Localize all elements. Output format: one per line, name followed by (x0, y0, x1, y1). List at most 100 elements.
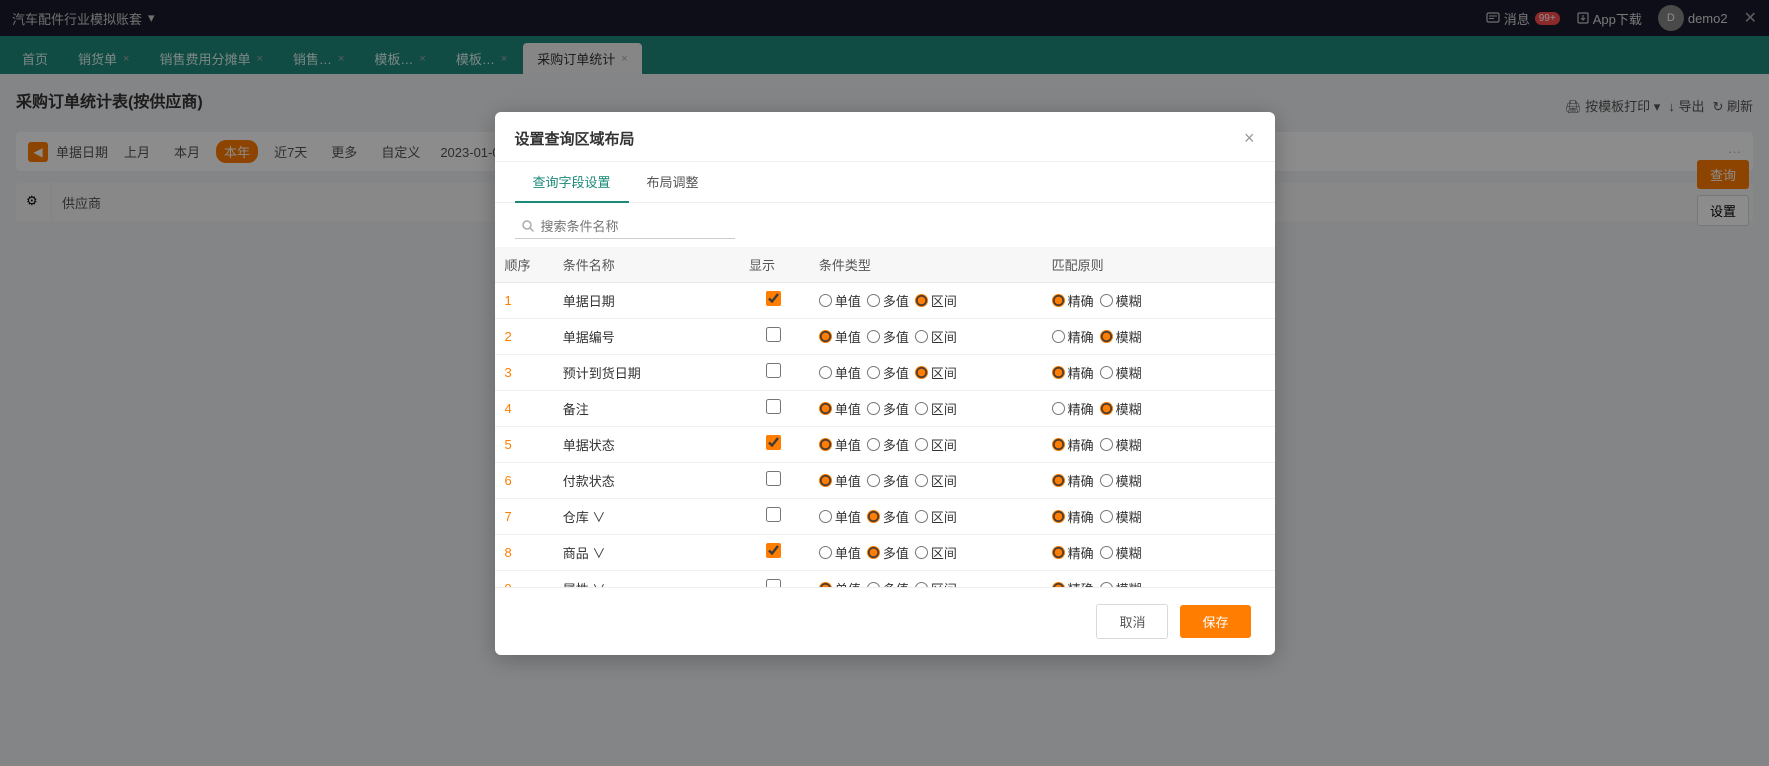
search-input[interactable] (541, 219, 721, 234)
type-radio-label[interactable]: 单值 (819, 327, 861, 346)
type-radio[interactable] (915, 294, 928, 307)
match-radio[interactable] (1100, 546, 1113, 559)
match-radio-label[interactable]: 精确 (1052, 327, 1094, 346)
display-checkbox[interactable] (766, 327, 781, 342)
type-radio[interactable] (819, 546, 832, 559)
display-checkbox[interactable] (766, 543, 781, 558)
type-radio-label[interactable]: 单值 (819, 363, 861, 382)
type-radio[interactable] (915, 366, 928, 379)
match-radio[interactable] (1052, 294, 1065, 307)
match-radio-label[interactable]: 模糊 (1100, 327, 1142, 346)
type-radio-label[interactable]: 区间 (915, 579, 957, 587)
match-radio[interactable] (1100, 402, 1113, 415)
type-radio-label[interactable]: 多值 (867, 399, 909, 418)
type-radio-label[interactable]: 单值 (819, 579, 861, 587)
type-radio[interactable] (915, 330, 928, 343)
match-radio-label[interactable]: 精确 (1052, 291, 1094, 310)
match-radio[interactable] (1100, 366, 1113, 379)
type-radio[interactable] (915, 438, 928, 451)
type-radio-label[interactable]: 多值 (867, 543, 909, 562)
type-radio-label[interactable]: 单值 (819, 507, 861, 526)
display-checkbox[interactable] (766, 435, 781, 450)
type-radio[interactable] (819, 438, 832, 451)
type-radio-label[interactable]: 区间 (915, 399, 957, 418)
type-radio-label[interactable]: 单值 (819, 471, 861, 490)
modal-tab-layout[interactable]: 布局调整 (629, 162, 717, 203)
match-radio[interactable] (1052, 402, 1065, 415)
match-radio[interactable] (1100, 330, 1113, 343)
type-radio-label[interactable]: 多值 (867, 471, 909, 490)
type-radio[interactable] (819, 330, 832, 343)
type-radio[interactable] (915, 474, 928, 487)
type-radio[interactable] (819, 510, 832, 523)
match-radio-label[interactable]: 模糊 (1100, 435, 1142, 454)
type-radio[interactable] (867, 330, 880, 343)
match-radio[interactable] (1100, 474, 1113, 487)
type-radio[interactable] (867, 402, 880, 415)
type-radio-label[interactable]: 多值 (867, 327, 909, 346)
match-radio-label[interactable]: 精确 (1052, 435, 1094, 454)
match-radio-label[interactable]: 精确 (1052, 471, 1094, 490)
save-button[interactable]: 保存 (1180, 605, 1250, 638)
match-radio-label[interactable]: 精确 (1052, 507, 1094, 526)
type-radio[interactable] (819, 294, 832, 307)
type-radio-label[interactable]: 区间 (915, 471, 957, 490)
type-radio[interactable] (915, 510, 928, 523)
type-radio-label[interactable]: 区间 (915, 291, 957, 310)
type-radio-label[interactable]: 多值 (867, 579, 909, 587)
type-radio-label[interactable]: 多值 (867, 291, 909, 310)
match-radio[interactable] (1052, 366, 1065, 379)
match-radio[interactable] (1100, 294, 1113, 307)
type-radio[interactable] (819, 402, 832, 415)
match-radio-label[interactable]: 模糊 (1100, 471, 1142, 490)
type-radio-label[interactable]: 单值 (819, 435, 861, 454)
type-radio[interactable] (867, 474, 880, 487)
match-radio[interactable] (1052, 330, 1065, 343)
type-radio-label[interactable]: 单值 (819, 399, 861, 418)
type-radio[interactable] (819, 474, 832, 487)
type-radio-label[interactable]: 区间 (915, 543, 957, 562)
match-radio[interactable] (1100, 510, 1113, 523)
type-radio-label[interactable]: 单值 (819, 543, 861, 562)
match-radio-label[interactable]: 模糊 (1100, 579, 1142, 587)
match-radio-label[interactable]: 模糊 (1100, 363, 1142, 382)
type-radio-label[interactable]: 区间 (915, 507, 957, 526)
display-checkbox[interactable] (766, 579, 781, 587)
match-radio-label[interactable]: 精确 (1052, 579, 1094, 587)
modal-tab-query-fields[interactable]: 查询字段设置 (515, 162, 629, 203)
type-radio-label[interactable]: 多值 (867, 435, 909, 454)
type-radio[interactable] (915, 546, 928, 559)
match-radio[interactable] (1100, 438, 1113, 451)
type-radio[interactable] (867, 546, 880, 559)
display-checkbox[interactable] (766, 291, 781, 306)
match-radio-label[interactable]: 精确 (1052, 363, 1094, 382)
display-checkbox[interactable] (766, 399, 781, 414)
type-radio-label[interactable]: 区间 (915, 363, 957, 382)
display-checkbox[interactable] (766, 363, 781, 378)
match-radio-label[interactable]: 模糊 (1100, 543, 1142, 562)
type-radio-label[interactable]: 单值 (819, 291, 861, 310)
type-radio[interactable] (867, 510, 880, 523)
match-radio-label[interactable]: 模糊 (1100, 399, 1142, 418)
type-radio-label[interactable]: 多值 (867, 363, 909, 382)
modal-close-button[interactable]: × (1244, 129, 1255, 147)
type-radio[interactable] (915, 402, 928, 415)
display-checkbox[interactable] (766, 507, 781, 522)
match-radio[interactable] (1052, 438, 1065, 451)
display-checkbox[interactable] (766, 471, 781, 486)
type-radio[interactable] (867, 366, 880, 379)
match-radio[interactable] (1052, 474, 1065, 487)
match-radio-label[interactable]: 精确 (1052, 543, 1094, 562)
match-radio[interactable] (1052, 510, 1065, 523)
match-radio-label[interactable]: 模糊 (1100, 291, 1142, 310)
type-radio-label[interactable]: 区间 (915, 435, 957, 454)
type-radio[interactable] (819, 366, 832, 379)
type-radio-label[interactable]: 多值 (867, 507, 909, 526)
type-radio[interactable] (867, 294, 880, 307)
match-radio-label[interactable]: 精确 (1052, 399, 1094, 418)
type-radio[interactable] (867, 438, 880, 451)
match-radio[interactable] (1052, 546, 1065, 559)
cancel-button[interactable]: 取消 (1096, 604, 1168, 639)
match-radio-label[interactable]: 模糊 (1100, 507, 1142, 526)
type-radio-label[interactable]: 区间 (915, 327, 957, 346)
